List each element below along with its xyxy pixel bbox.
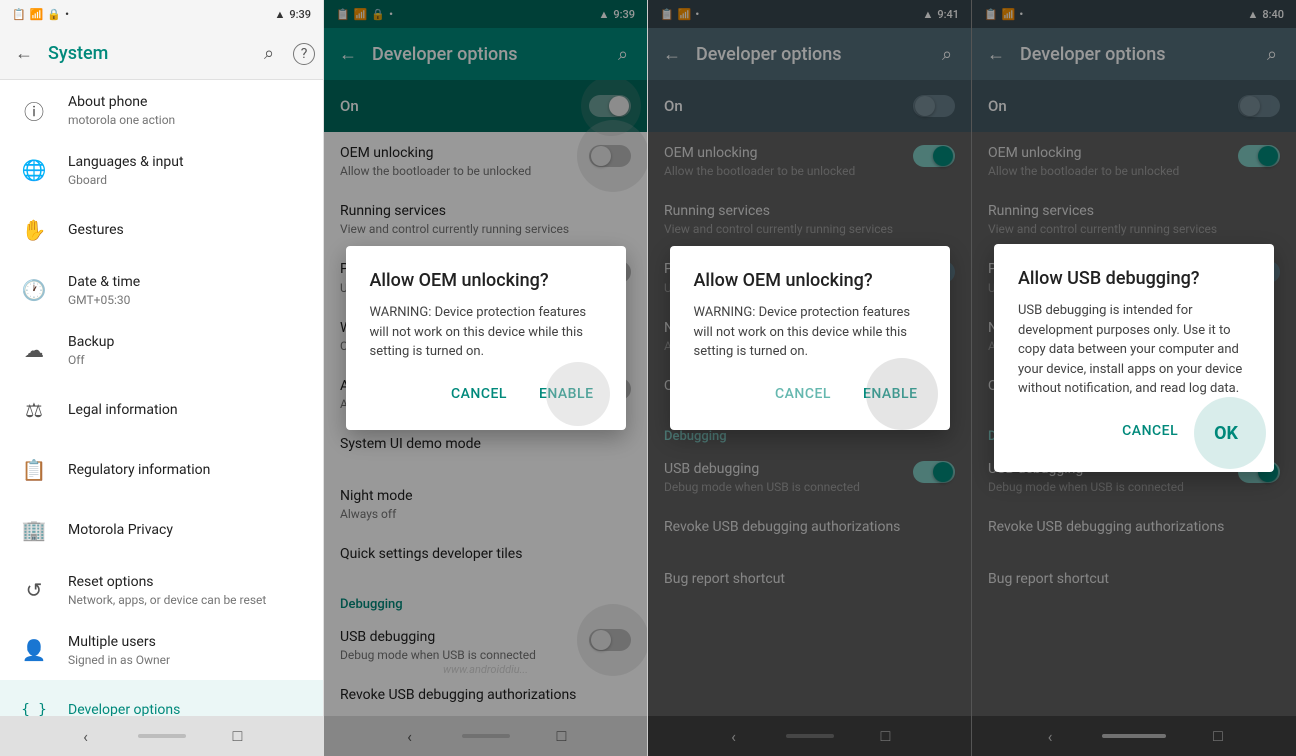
oem-dialog-title: Allow OEM unlocking? <box>370 270 602 291</box>
about-icon: ⓘ <box>16 92 52 128</box>
gestures-icon: ✋ <box>16 212 52 248</box>
sidebar-item-regulatory[interactable]: 📋 Regulatory information <box>0 440 323 500</box>
about-title: About phone <box>68 93 307 111</box>
motorola-text: Motorola Privacy <box>68 521 307 539</box>
backup-icon: ☁ <box>16 332 52 368</box>
oem-dialog-overlay-r1: Allow OEM unlocking? WARNING: Device pro… <box>648 0 971 756</box>
usb-dialog: Allow USB debugging? USB debugging is in… <box>994 244 1274 472</box>
usb-cancel-button[interactable]: Cancel <box>1114 419 1186 448</box>
legal-title: Legal information <box>68 401 307 419</box>
oem-dialog-actions-r1: Cancel Enable <box>694 382 926 406</box>
users-text: Multiple users Signed in as Owner <box>68 633 307 666</box>
enable-btn-container-r1: Enable <box>855 382 926 406</box>
regulatory-title: Regulatory information <box>68 461 307 479</box>
motorola-icon: 🏢 <box>16 512 52 548</box>
backup-text: Backup Off <box>68 333 307 366</box>
nav-back-left[interactable]: ‹ <box>74 724 98 748</box>
sidebar-item-languages[interactable]: 🌐 Languages & input Gboard <box>0 140 323 200</box>
usb-dialog-body: USB debugging is intended for developmen… <box>1018 301 1250 399</box>
enable-btn-container: Enable <box>531 382 602 406</box>
backup-subtitle: Off <box>68 353 307 367</box>
users-subtitle: Signed in as Owner <box>68 653 307 667</box>
usb-dialog-actions: Cancel OK <box>1018 419 1250 448</box>
reset-subtitle: Network, apps, or device can be reset <box>68 593 307 607</box>
gestures-title: Gestures <box>68 221 307 239</box>
oem-dialog-actions: Cancel Enable <box>370 382 602 406</box>
wifi-icon: ▲ <box>274 8 285 21</box>
status-icons-right: ▲ 9:39 <box>274 8 311 21</box>
about-subtitle: motorola one action <box>68 113 307 127</box>
reset-text: Reset options Network, apps, or device c… <box>68 573 307 606</box>
oem-dialog: Allow OEM unlocking? WARNING: Device pro… <box>346 246 626 430</box>
sim-icon: 📶 <box>30 8 44 21</box>
toolbar-title: System <box>48 43 245 64</box>
users-icon: 👤 <box>16 632 52 668</box>
oem-dialog-r1: Allow OEM unlocking? WARNING: Device pro… <box>670 246 950 430</box>
gestures-text: Gestures <box>68 221 307 239</box>
legal-text: Legal information <box>68 401 307 419</box>
panel-developer-right2: 📋 📶 • ▲ 8:40 ← Developer options ⌕ On OE… <box>972 0 1296 756</box>
datetime-icon: 🕐 <box>16 272 52 308</box>
notification-icon: 📋 <box>12 8 26 21</box>
legal-icon: ⚖ <box>16 392 52 428</box>
status-icons-left: 📋 📶 🔒 • <box>12 8 69 21</box>
search-button[interactable]: ⌕ <box>253 38 285 70</box>
datetime-subtitle: GMT+05:30 <box>68 293 307 307</box>
oem-dialog-body-r1: WARNING: Device protection features will… <box>694 303 926 362</box>
status-bar-left: 📋 📶 🔒 • ▲ 9:39 <box>0 0 323 28</box>
sidebar-item-datetime[interactable]: 🕐 Date & time GMT+05:30 <box>0 260 323 320</box>
help-button[interactable]: ? <box>293 43 315 65</box>
nav-home-left[interactable] <box>138 734 186 738</box>
usb-dialog-overlay: Allow USB debugging? USB debugging is in… <box>972 0 1296 756</box>
panel-developer-right1: 📋 📶 • ▲ 9:41 ← Developer options ⌕ On OE… <box>648 0 972 756</box>
settings-list: ⓘ About phone motorola one action 🌐 Lang… <box>0 80 323 716</box>
languages-icon: 🌐 <box>16 152 52 188</box>
protect-icon: 🔒 <box>47 8 61 21</box>
backup-title: Backup <box>68 333 307 351</box>
sidebar-item-developer[interactable]: { } Developer options <box>0 680 323 716</box>
enable-circle <box>546 362 610 426</box>
oem-dialog-title-r1: Allow OEM unlocking? <box>694 270 926 291</box>
developer-text: Developer options <box>68 701 307 716</box>
panel-system-settings: 📋 📶 🔒 • ▲ 9:39 ← System ⌕ ? ⓘ About phon… <box>0 0 324 756</box>
sidebar-item-about-phone[interactable]: ⓘ About phone motorola one action <box>0 80 323 140</box>
languages-text: Languages & input Gboard <box>68 153 307 186</box>
panel-developer-options: 📋 📶 🔒 • ▲ 9:39 ← Developer options ⌕ On <box>324 0 648 756</box>
sidebar-item-backup[interactable]: ☁ Backup Off <box>0 320 323 380</box>
datetime-text: Date & time GMT+05:30 <box>68 273 307 306</box>
developer-title: Developer options <box>68 701 307 716</box>
toolbar-system: ← System ⌕ ? <box>0 28 323 80</box>
bottom-nav-left: ‹ □ <box>0 716 323 756</box>
back-button[interactable]: ← <box>8 38 40 70</box>
reset-title: Reset options <box>68 573 307 591</box>
ok-btn-container: OK <box>1202 419 1250 448</box>
datetime-title: Date & time <box>68 273 307 291</box>
sidebar-item-legal[interactable]: ⚖ Legal information <box>0 380 323 440</box>
sidebar-item-reset[interactable]: ↺ Reset options Network, apps, or device… <box>0 560 323 620</box>
usb-dialog-title: Allow USB debugging? <box>1018 268 1250 289</box>
regulatory-icon: 📋 <box>16 452 52 488</box>
dot-icon: • <box>65 8 69 21</box>
oem-cancel-button[interactable]: Cancel <box>443 382 515 406</box>
ok-circle <box>1194 397 1266 469</box>
languages-subtitle: Gboard <box>68 173 307 187</box>
enable-circle-r1 <box>866 358 938 430</box>
developer-icon: { } <box>16 692 52 716</box>
reset-icon: ↺ <box>16 572 52 608</box>
oem-dialog-overlay: Allow OEM unlocking? WARNING: Device pro… <box>324 0 647 756</box>
time-display: 9:39 <box>289 8 311 21</box>
languages-title: Languages & input <box>68 153 307 171</box>
sidebar-item-users[interactable]: 👤 Multiple users Signed in as Owner <box>0 620 323 680</box>
sidebar-item-gestures[interactable]: ✋ Gestures <box>0 200 323 260</box>
regulatory-text: Regulatory information <box>68 461 307 479</box>
users-title: Multiple users <box>68 633 307 651</box>
oem-dialog-body: WARNING: Device protection features will… <box>370 303 602 362</box>
oem-cancel-button-r1[interactable]: Cancel <box>767 382 839 406</box>
about-text: About phone motorola one action <box>68 93 307 126</box>
sidebar-item-motorola-privacy[interactable]: 🏢 Motorola Privacy <box>0 500 323 560</box>
motorola-title: Motorola Privacy <box>68 521 307 539</box>
nav-recent-left[interactable]: □ <box>226 724 250 748</box>
